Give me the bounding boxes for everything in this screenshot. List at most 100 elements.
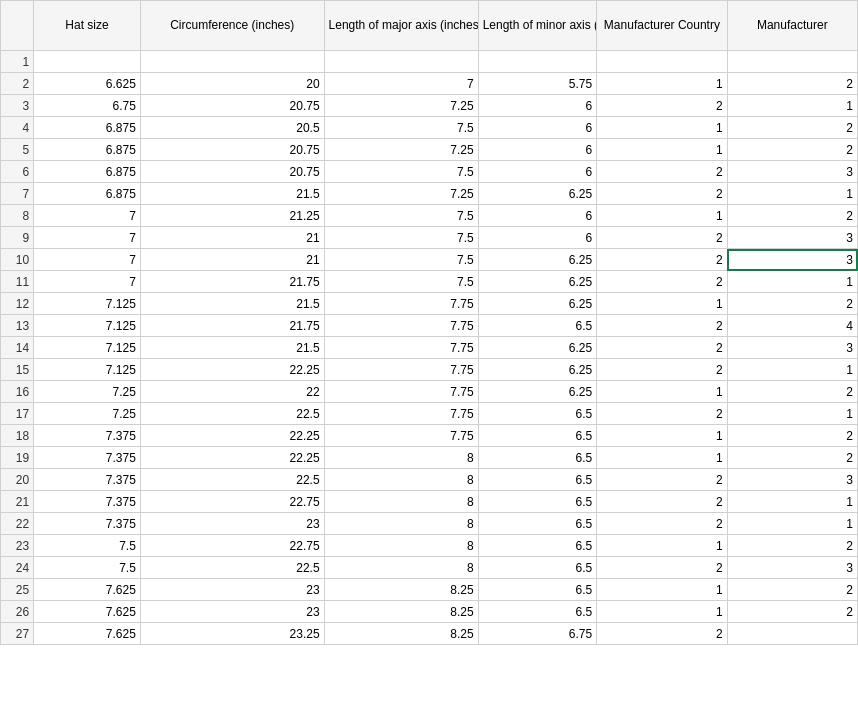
minor-axis-cell[interactable]: 6 xyxy=(478,139,597,161)
mfr-cell[interactable]: 1 xyxy=(727,513,857,535)
major-axis-cell[interactable]: 8 xyxy=(324,491,478,513)
minor-axis-cell[interactable]: 6 xyxy=(478,205,597,227)
circumference-cell[interactable]: 21.75 xyxy=(140,315,324,337)
minor-axis-cell[interactable]: 6 xyxy=(478,95,597,117)
circumference-cell[interactable]: 23 xyxy=(140,579,324,601)
mfr-country-cell[interactable]: 1 xyxy=(597,205,727,227)
minor-axis-cell[interactable]: 6.5 xyxy=(478,469,597,491)
mfr-cell[interactable]: 3 xyxy=(727,161,857,183)
minor-axis-cell[interactable] xyxy=(478,51,597,73)
minor-axis-cell[interactable]: 6.5 xyxy=(478,403,597,425)
mfr-country-cell[interactable]: 2 xyxy=(597,95,727,117)
minor-axis-cell[interactable]: 6 xyxy=(478,161,597,183)
mfr-country-cell[interactable]: 2 xyxy=(597,183,727,205)
hat-size-cell[interactable]: 7 xyxy=(34,271,141,293)
circumference-cell[interactable]: 20.75 xyxy=(140,95,324,117)
row-number-cell[interactable]: 24 xyxy=(1,557,34,579)
hat-size-cell[interactable]: 7.5 xyxy=(34,557,141,579)
row-number-cell[interactable]: 8 xyxy=(1,205,34,227)
major-axis-cell[interactable]: 7.25 xyxy=(324,95,478,117)
mfr-cell[interactable]: 1 xyxy=(727,491,857,513)
circumference-cell[interactable]: 21.25 xyxy=(140,205,324,227)
mfr-country-cell[interactable]: 2 xyxy=(597,337,727,359)
row-number-cell[interactable]: 18 xyxy=(1,425,34,447)
circumference-cell[interactable]: 21 xyxy=(140,227,324,249)
circumference-cell[interactable]: 20.75 xyxy=(140,161,324,183)
row-number-cell[interactable]: 11 xyxy=(1,271,34,293)
hat-size-cell[interactable]: 7 xyxy=(34,227,141,249)
circumference-cell[interactable]: 22.25 xyxy=(140,447,324,469)
hat-size-cell[interactable]: 7.625 xyxy=(34,623,141,645)
row-number-cell[interactable]: 23 xyxy=(1,535,34,557)
hat-size-cell[interactable]: 7 xyxy=(34,249,141,271)
minor-axis-cell[interactable]: 6.5 xyxy=(478,579,597,601)
hat-size-cell[interactable]: 7.375 xyxy=(34,513,141,535)
row-number-cell[interactable]: 10 xyxy=(1,249,34,271)
mfr-country-cell[interactable]: 2 xyxy=(597,227,727,249)
hat-size-cell[interactable]: 7.375 xyxy=(34,491,141,513)
header-mfr[interactable]: Manufacturer xyxy=(727,1,857,51)
minor-axis-cell[interactable]: 6.25 xyxy=(478,249,597,271)
row-number-cell[interactable]: 2 xyxy=(1,73,34,95)
mfr-cell[interactable]: 3 xyxy=(727,557,857,579)
header-mfr-country[interactable]: Manufacturer Country xyxy=(597,1,727,51)
row-number-cell[interactable]: 14 xyxy=(1,337,34,359)
row-number-cell[interactable]: 12 xyxy=(1,293,34,315)
hat-size-cell[interactable] xyxy=(34,51,141,73)
minor-axis-cell[interactable]: 6.5 xyxy=(478,447,597,469)
mfr-cell[interactable]: 2 xyxy=(727,447,857,469)
hat-size-cell[interactable]: 7.25 xyxy=(34,381,141,403)
mfr-country-cell[interactable]: 1 xyxy=(597,73,727,95)
row-number-cell[interactable]: 15 xyxy=(1,359,34,381)
header-circumference[interactable]: Circumference (inches) xyxy=(140,1,324,51)
minor-axis-cell[interactable]: 6.5 xyxy=(478,557,597,579)
major-axis-cell[interactable]: 8 xyxy=(324,469,478,491)
hat-size-cell[interactable]: 6.75 xyxy=(34,95,141,117)
row-number-cell[interactable]: 19 xyxy=(1,447,34,469)
row-number-cell[interactable]: 4 xyxy=(1,117,34,139)
row-number-cell[interactable]: 6 xyxy=(1,161,34,183)
major-axis-cell[interactable]: 7.75 xyxy=(324,337,478,359)
circumference-cell[interactable]: 21.75 xyxy=(140,271,324,293)
circumference-cell[interactable]: 22.5 xyxy=(140,469,324,491)
hat-size-cell[interactable]: 7.125 xyxy=(34,293,141,315)
minor-axis-cell[interactable]: 6.25 xyxy=(478,381,597,403)
minor-axis-cell[interactable]: 6.5 xyxy=(478,601,597,623)
minor-axis-cell[interactable]: 6.5 xyxy=(478,315,597,337)
circumference-cell[interactable]: 20.5 xyxy=(140,117,324,139)
minor-axis-cell[interactable]: 6.25 xyxy=(478,359,597,381)
mfr-cell[interactable]: 3 xyxy=(727,469,857,491)
mfr-country-cell[interactable]: 2 xyxy=(597,359,727,381)
row-number-cell[interactable]: 13 xyxy=(1,315,34,337)
major-axis-cell[interactable]: 7.5 xyxy=(324,249,478,271)
circumference-cell[interactable]: 23 xyxy=(140,513,324,535)
circumference-cell[interactable] xyxy=(140,51,324,73)
hat-size-cell[interactable]: 7.125 xyxy=(34,315,141,337)
circumference-cell[interactable]: 23 xyxy=(140,601,324,623)
minor-axis-cell[interactable]: 6.5 xyxy=(478,513,597,535)
row-number-cell[interactable]: 26 xyxy=(1,601,34,623)
row-number-cell[interactable]: 7 xyxy=(1,183,34,205)
circumference-cell[interactable]: 21.5 xyxy=(140,183,324,205)
major-axis-cell[interactable] xyxy=(324,51,478,73)
circumference-cell[interactable]: 22.75 xyxy=(140,535,324,557)
circumference-cell[interactable]: 21.5 xyxy=(140,293,324,315)
mfr-cell[interactable]: 1 xyxy=(727,271,857,293)
minor-axis-cell[interactable]: 6.75 xyxy=(478,623,597,645)
minor-axis-cell[interactable]: 6 xyxy=(478,117,597,139)
major-axis-cell[interactable]: 7.75 xyxy=(324,381,478,403)
circumference-cell[interactable]: 22.25 xyxy=(140,425,324,447)
mfr-country-cell[interactable]: 2 xyxy=(597,271,727,293)
circumference-cell[interactable]: 22.5 xyxy=(140,403,324,425)
hat-size-cell[interactable]: 7.5 xyxy=(34,535,141,557)
minor-axis-cell[interactable]: 6.5 xyxy=(478,425,597,447)
major-axis-cell[interactable]: 8 xyxy=(324,535,478,557)
major-axis-cell[interactable]: 8.25 xyxy=(324,623,478,645)
major-axis-cell[interactable]: 7.5 xyxy=(324,117,478,139)
major-axis-cell[interactable]: 7.5 xyxy=(324,271,478,293)
hat-size-cell[interactable]: 6.875 xyxy=(34,161,141,183)
hat-size-cell[interactable]: 6.625 xyxy=(34,73,141,95)
major-axis-cell[interactable]: 7 xyxy=(324,73,478,95)
circumference-cell[interactable]: 22 xyxy=(140,381,324,403)
hat-size-cell[interactable]: 7.125 xyxy=(34,337,141,359)
